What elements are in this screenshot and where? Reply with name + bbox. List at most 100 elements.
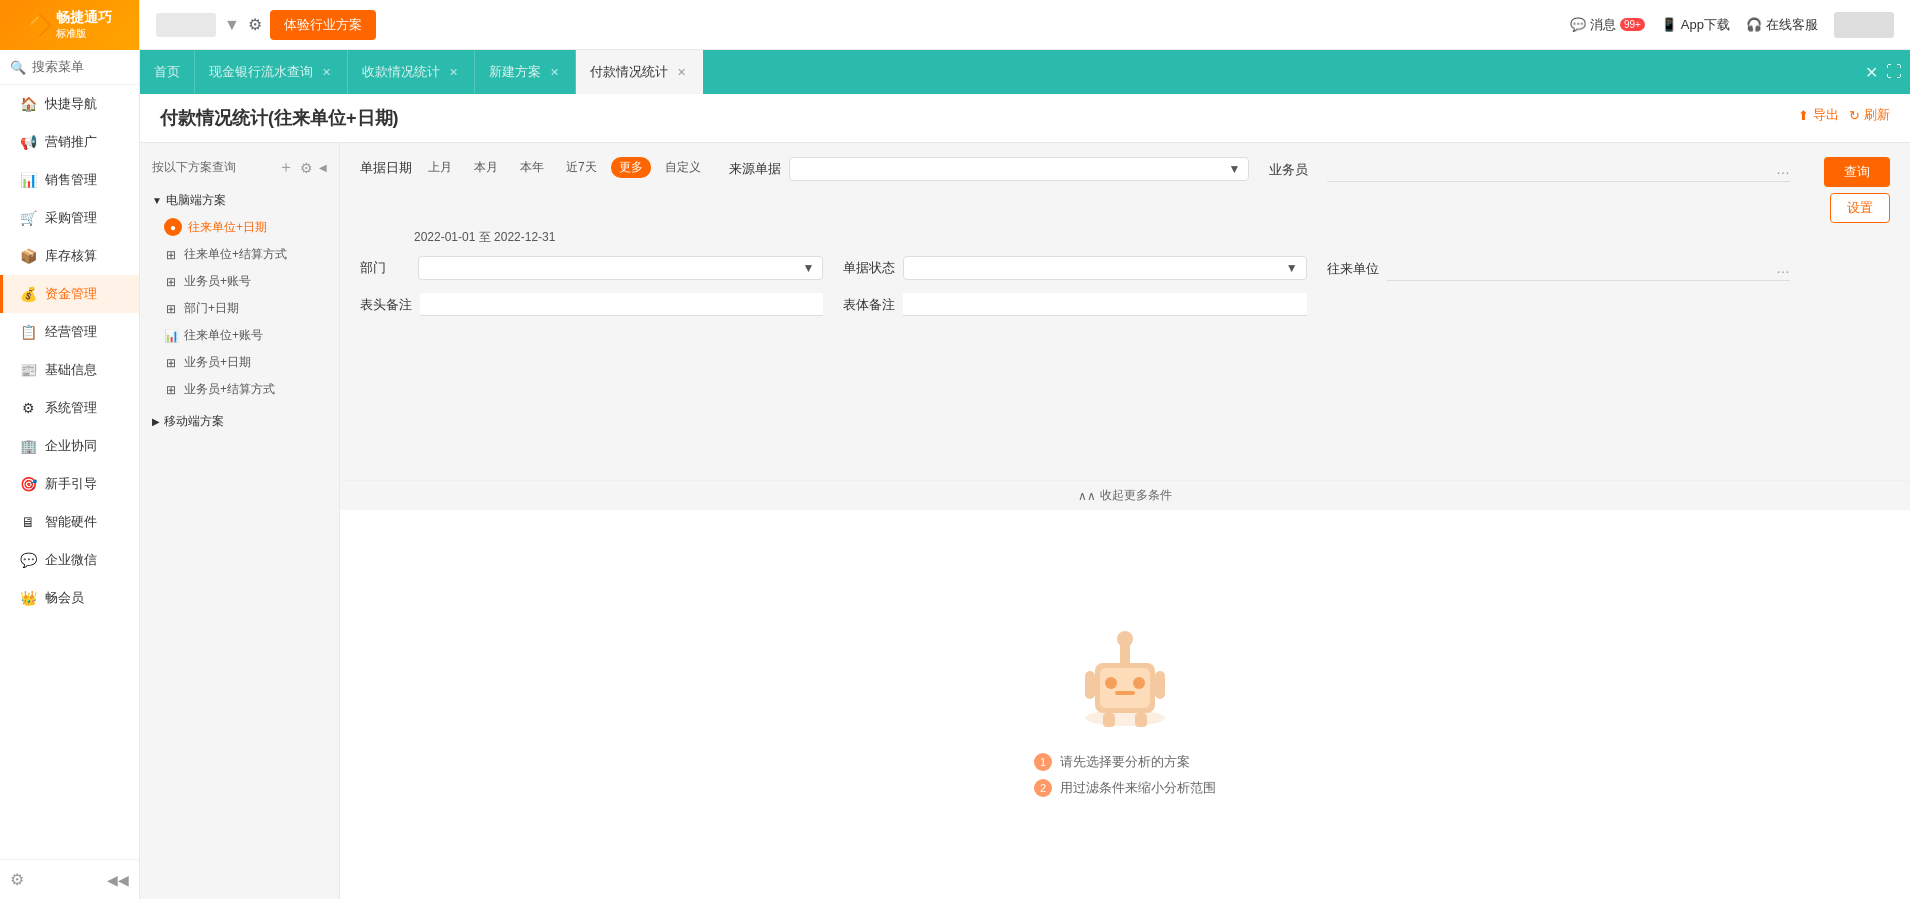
sidebar-item-sales[interactable]: 📊 销售管理 [0, 161, 139, 199]
content-area: 付款情况统计(往来单位+日期) ⬆ 导出 ↻ 刷新 按以下方案查询 ＋ [140, 94, 1910, 899]
collapse-scheme-icon[interactable]: ◀ [319, 162, 327, 173]
source-select[interactable]: ▼ [789, 157, 1250, 181]
salesperson-ellipsis[interactable]: … [1776, 161, 1790, 177]
scheme-item-unit-date[interactable]: ● 往来单位+日期 [140, 213, 339, 241]
tab-bar: 首页 现金银行流水查询 ✕ 收款情况统计 ✕ 新建方案 ✕ 付款情况统计 ✕ ✕… [140, 50, 1910, 94]
sidebar-item-quick-nav[interactable]: 🏠 快捷导航 [0, 85, 139, 123]
svg-rect-5 [1115, 691, 1135, 695]
tab-receipt[interactable]: 收款情况统计 ✕ [348, 50, 475, 94]
sidebar-item-weixin[interactable]: 💬 企业微信 [0, 541, 139, 579]
tab-expand-btn[interactable]: ⛶ [1886, 63, 1902, 81]
scheme-item-unit-date-label: 往来单位+日期 [188, 219, 267, 236]
header-note-label: 表头备注 [360, 296, 412, 314]
tab-payment-stats-label: 付款情况统计 [590, 63, 668, 81]
tab-payment-stats-close[interactable]: ✕ [674, 65, 688, 79]
table-icon-2: ⊞ [164, 275, 178, 289]
company-name-placeholder [156, 13, 216, 37]
query-btn[interactable]: 查询 [1824, 157, 1890, 187]
collapse-bar[interactable]: ∧∧ 收起更多条件 [340, 480, 1910, 510]
app-download-btn[interactable]: 📱 App下载 [1661, 16, 1730, 34]
sidebar-item-sales-label: 销售管理 [45, 171, 97, 189]
sidebar-settings-icon[interactable]: ⚙ [10, 870, 24, 889]
date-opt-custom[interactable]: 自定义 [657, 157, 709, 178]
dropdown-arrow-icon[interactable]: ▼ [224, 16, 240, 34]
sidebar-nav: 🏠 快捷导航 📢 营销推广 📊 销售管理 🛒 采购管理 📦 库存核算 💰 资金管… [0, 85, 139, 859]
header-note-input[interactable] [420, 293, 823, 316]
svg-rect-2 [1100, 668, 1150, 708]
message-badge: 99+ [1620, 18, 1645, 31]
doc-status-select[interactable]: ▼ [903, 256, 1306, 280]
section-collapse-icon[interactable]: ▼ [152, 195, 162, 206]
tab-close-all-btn[interactable]: ✕ [1865, 63, 1878, 82]
tab-home[interactable]: 首页 [140, 50, 195, 94]
page-header-actions: ⬆ 导出 ↻ 刷新 [1798, 106, 1890, 136]
messages-btn[interactable]: 💬 消息 99+ [1570, 16, 1645, 34]
sidebar-item-fund[interactable]: 💰 资金管理 [0, 275, 139, 313]
section-title-label: 电脑端方案 [166, 192, 226, 209]
top-header-left: ▼ ⚙ 体验行业方案 [156, 10, 1560, 40]
sidebar-collapse-icon[interactable]: ◀◀ [107, 872, 129, 888]
scheme-item-unit-payment[interactable]: ⊞ 往来单位+结算方式 [140, 241, 339, 268]
sidebar-item-smart-label: 智能硬件 [45, 513, 97, 531]
doc-status-dropdown-icon: ▼ [1286, 261, 1298, 275]
scheme-header: 按以下方案查询 ＋ ⚙ ◀ [140, 153, 339, 182]
counterparty-ellipsis[interactable]: … [1776, 260, 1790, 276]
scheme-section-mobile-title[interactable]: ▶ 移动端方案 [140, 409, 339, 434]
sidebar-item-marketing-label: 营销推广 [45, 133, 97, 151]
system-icon: ⚙ [19, 399, 37, 417]
fund-icon: 💰 [19, 285, 37, 303]
mobile-icon: 📱 [1661, 17, 1677, 32]
date-opt-last-month[interactable]: 上月 [420, 157, 460, 178]
settings-scheme-icon[interactable]: ⚙ [300, 160, 313, 176]
source-label: 来源单据 [729, 160, 781, 178]
scheme-item-dept-date[interactable]: ⊞ 部门+日期 [140, 295, 339, 322]
sidebar-item-operations[interactable]: 📋 经营管理 [0, 313, 139, 351]
body-note-input[interactable] [903, 293, 1306, 316]
filter-body-note-item: 表体备注 [843, 293, 1306, 316]
section-expand-icon[interactable]: ▶ [152, 416, 160, 427]
date-opt-this-month[interactable]: 本月 [466, 157, 506, 178]
counterparty-label: 往来单位 [1327, 260, 1379, 278]
user-avatar[interactable] [1834, 12, 1894, 38]
sidebar-item-smart[interactable]: 🖥 智能硬件 [0, 503, 139, 541]
sidebar-item-inventory[interactable]: 📦 库存核算 [0, 237, 139, 275]
sidebar-item-basic-label: 基础信息 [45, 361, 97, 379]
sidebar-item-member[interactable]: 👑 畅会员 [0, 579, 139, 617]
tab-payment-stats[interactable]: 付款情况统计 ✕ [576, 50, 703, 94]
date-opt-more[interactable]: 更多 [611, 157, 651, 178]
date-opt-this-year[interactable]: 本年 [512, 157, 552, 178]
tab-bank-close[interactable]: ✕ [319, 65, 333, 79]
search-menu[interactable]: 🔍 搜索菜单 [0, 50, 139, 85]
try-industry-btn[interactable]: 体验行业方案 [270, 10, 376, 40]
svg-point-3 [1105, 677, 1117, 689]
sidebar-item-purchase[interactable]: 🛒 采购管理 [0, 199, 139, 237]
sidebar-item-fund-label: 资金管理 [45, 285, 97, 303]
export-btn[interactable]: ⬆ 导出 [1798, 106, 1839, 124]
scheme-item-staff-account[interactable]: ⊞ 业务员+账号 [140, 268, 339, 295]
settings-btn[interactable]: 设置 [1830, 193, 1890, 223]
scheme-item-staff-payment[interactable]: ⊞ 业务员+结算方式 [140, 376, 339, 403]
sidebar-item-system[interactable]: ⚙ 系统管理 [0, 389, 139, 427]
sidebar-item-basic[interactable]: 📰 基础信息 [0, 351, 139, 389]
scheme-item-staff-payment-label: 业务员+结算方式 [184, 381, 275, 398]
sidebar-item-marketing[interactable]: 📢 营销推广 [0, 123, 139, 161]
tab-bank[interactable]: 现金银行流水查询 ✕ [195, 50, 348, 94]
sidebar-item-enterprise[interactable]: 🏢 企业协同 [0, 427, 139, 465]
sidebar-item-guide[interactable]: 🎯 新手引导 [0, 465, 139, 503]
filter-scheme-container: 按以下方案查询 ＋ ⚙ ◀ ▼ 电脑端方案 ● 往来单位+日期 [140, 143, 1910, 899]
add-scheme-icon[interactable]: ＋ [278, 157, 294, 178]
main-area: ▼ ⚙ 体验行业方案 💬 消息 99+ 📱 App下载 🎧 在线客服 首页 [140, 0, 1910, 899]
scheme-item-unit-account[interactable]: 📊 往来单位+账号 [140, 322, 339, 349]
tab-new-scheme[interactable]: 新建方案 ✕ [475, 50, 576, 94]
tab-receipt-close[interactable]: ✕ [446, 65, 460, 79]
date-opt-7days[interactable]: 近7天 [558, 157, 605, 178]
tab-receipt-label: 收款情况统计 [362, 63, 440, 81]
active-dot-icon: ● [164, 218, 182, 236]
refresh-btn[interactable]: ↻ 刷新 [1849, 106, 1890, 124]
header-settings-icon[interactable]: ⚙ [248, 15, 262, 34]
scheme-item-staff-date[interactable]: ⊞ 业务员+日期 [140, 349, 339, 376]
app-download-label: App下载 [1681, 16, 1730, 34]
online-service-btn[interactable]: 🎧 在线客服 [1746, 16, 1818, 34]
tab-new-scheme-close[interactable]: ✕ [547, 65, 561, 79]
dept-select[interactable]: ▼ [418, 256, 823, 280]
